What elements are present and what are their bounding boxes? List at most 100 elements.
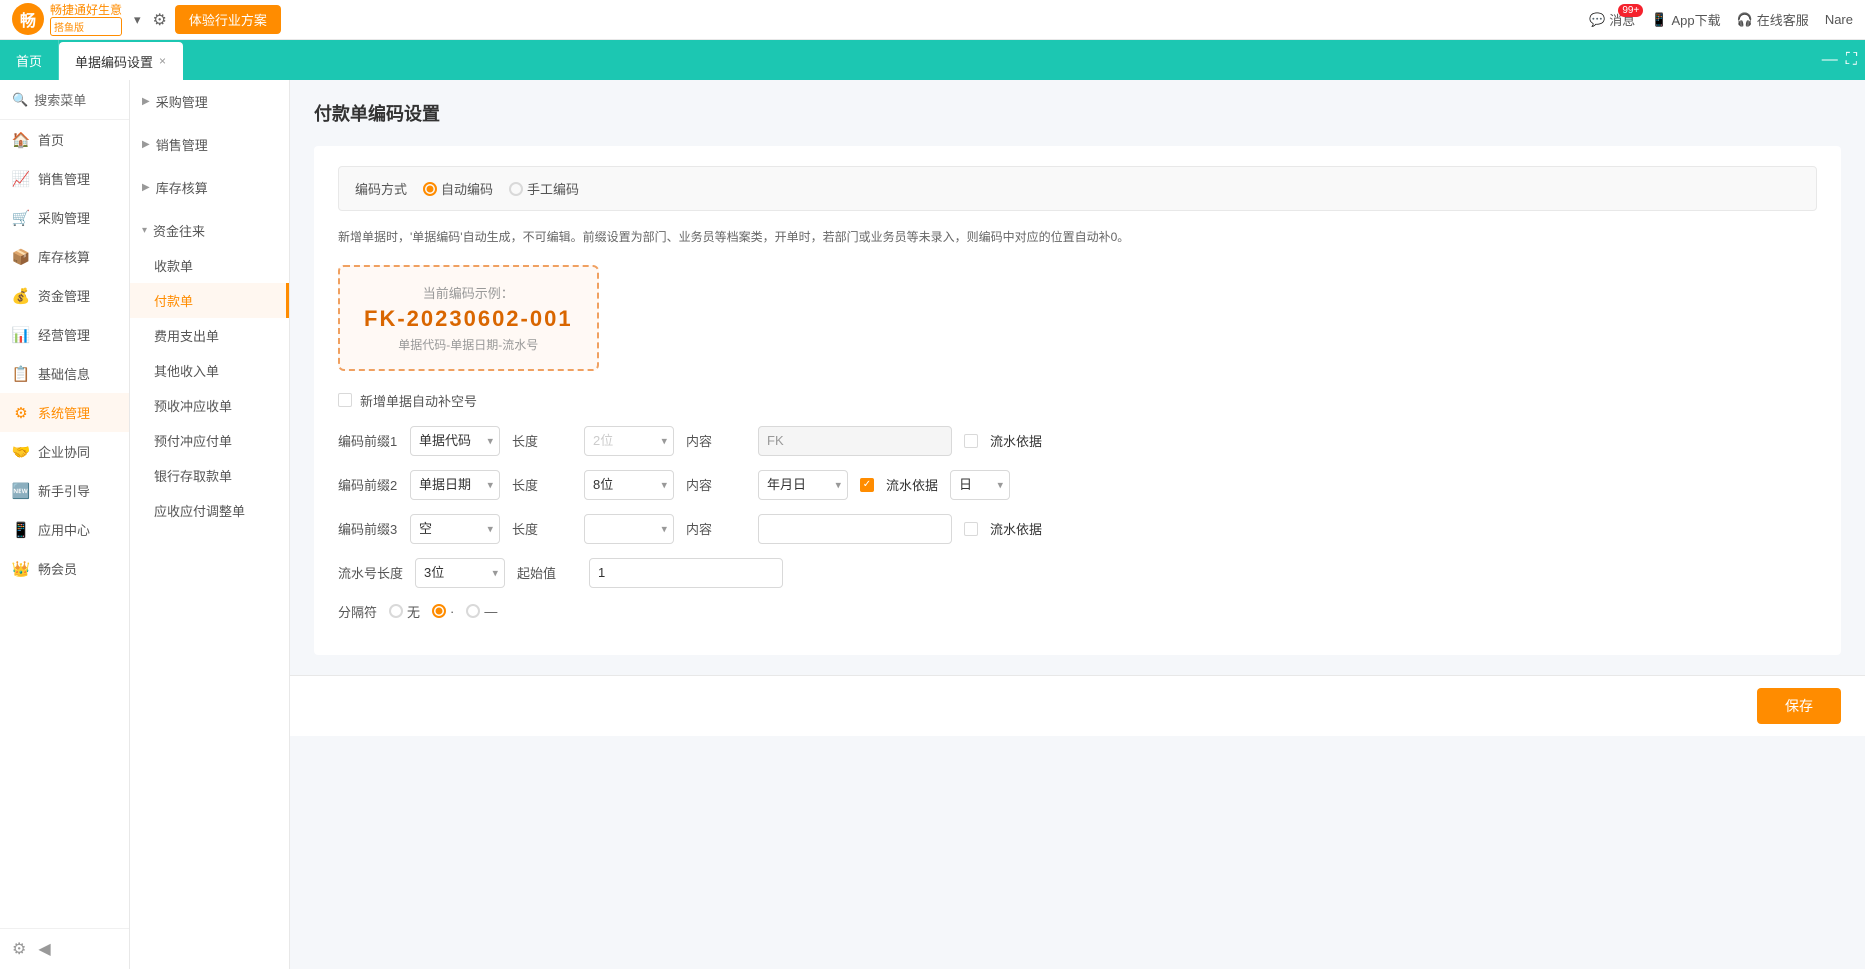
message-badge: 99+ <box>1618 4 1643 17</box>
sidebar-item-operation[interactable]: 📊 经营管理 <box>0 315 129 354</box>
tab-home[interactable]: 首页 <box>0 40 59 80</box>
tabbar: 首页 单据编码设置 × — ⛶ <box>0 40 1865 80</box>
nav-dropdown-btn[interactable]: ▾ <box>130 8 145 32</box>
stock-icon: 📦 <box>12 248 30 266</box>
arrow-right-icon3: ▶ <box>142 182 150 193</box>
submenu-item-receipt[interactable]: 收款单 <box>130 248 289 283</box>
sidebar-item-home[interactable]: 🏠 首页 <box>0 120 129 159</box>
info-text: 新增单据时，'单据编码'自动生成，不可编辑。前缀设置为部门、业务员等档案类，开单… <box>338 227 1817 249</box>
content2-select[interactable]: 年月日 <box>758 470 848 500</box>
code-preview-sub: 单据代码-单据日期-流水号 <box>364 336 573 353</box>
prefix2-label: 编码前缀2 <box>338 475 398 494</box>
sidebar-item-purchase[interactable]: 🛒 采购管理 <box>0 198 129 237</box>
serial1-label: 流水依据 <box>990 431 1042 450</box>
submenu-item-payment[interactable]: 付款单 <box>130 283 289 318</box>
submenu-group-purchase: ▶ 采购管理 <box>130 80 289 123</box>
sidebar-settings-btn[interactable]: ⚙ <box>12 939 26 959</box>
sep-dash-radio[interactable]: — <box>466 604 497 619</box>
submenu-item-other-income[interactable]: 其他收入单 <box>130 353 289 388</box>
sidebar-collapse-btn[interactable]: ◀ <box>38 939 50 959</box>
online-service-btn[interactable]: 🎧 在线客服 <box>1737 10 1809 29</box>
trial-btn[interactable]: 体验行业方案 <box>175 5 281 34</box>
sidebar-item-stock[interactable]: 📦 库存核算 <box>0 237 129 276</box>
sidebar-item-app[interactable]: 📱 应用中心 <box>0 510 129 549</box>
prefix-row-2: 编码前缀2 单据日期 长度 8位 内容 <box>338 470 1817 500</box>
encode-method-row: 编码方式 自动编码 手工编码 <box>338 166 1817 211</box>
submenu-item-bank[interactable]: 银行存取款单 <box>130 458 289 493</box>
radio-group: 自动编码 手工编码 <box>423 179 579 198</box>
auto-encode-dot <box>423 182 437 196</box>
sep-dot-dot <box>432 604 446 618</box>
sidebar-item-coop[interactable]: 🤝 企业协同 <box>0 432 129 471</box>
encode-method-label: 编码方式 <box>355 179 407 198</box>
basic-icon: 📋 <box>12 365 30 383</box>
sep-dash-dot <box>466 604 480 618</box>
length2-select[interactable]: 8位 <box>584 470 674 500</box>
sidebar-item-basic[interactable]: 📋 基础信息 <box>0 354 129 393</box>
sidebar-item-guide[interactable]: 🆕 新手引导 <box>0 471 129 510</box>
submenu-item-pre-payment[interactable]: 预付冲应付单 <box>130 423 289 458</box>
serial3-checkbox[interactable] <box>964 522 978 536</box>
logo-icon: 畅 <box>12 3 44 35</box>
serial-length-select[interactable]: 3位 <box>415 558 505 588</box>
settings-btn[interactable]: ⚙ <box>153 10 167 30</box>
submenu-header-sales[interactable]: ▶ 销售管理 <box>130 127 289 162</box>
coop-icon: 🤝 <box>12 443 30 461</box>
manual-encode-dot <box>509 182 523 196</box>
topbar-right: 💬 消息 99+ 📱 App下载 🎧 在线客服 Nare <box>1589 10 1853 29</box>
sidebar-bottom: ⚙ ◀ <box>0 928 129 969</box>
main-content: 付款单编码设置 编码方式 自动编码 手工编码 <box>290 80 1865 969</box>
start-value-input[interactable] <box>589 558 783 588</box>
sep-none-radio[interactable]: 无 <box>389 602 420 621</box>
logo: 畅 畅捷通好生意 搭鱼版 <box>12 3 122 36</box>
autofill-checkbox[interactable] <box>338 393 352 407</box>
sep-dot-radio[interactable]: · <box>432 604 454 619</box>
operation-icon: 📊 <box>12 326 30 344</box>
length2-select-wrap: 8位 <box>584 470 674 500</box>
system-icon: ⚙ <box>12 404 30 422</box>
content3-input[interactable] <box>758 514 952 544</box>
submenu-item-adjustment[interactable]: 应收应付调整单 <box>130 493 289 528</box>
sub-menu: ▶ 采购管理 ▶ 销售管理 ▶ 库存核算 ▾ 资金往来 <box>130 80 290 969</box>
arrow-right-icon: ▶ <box>142 96 150 107</box>
start-value-label: 起始值 <box>517 563 577 582</box>
length1-select[interactable]: 2位 <box>584 426 674 456</box>
sidebar-item-sales[interactable]: 📈 销售管理 <box>0 159 129 198</box>
submenu-header-purchase[interactable]: ▶ 采购管理 <box>130 84 289 119</box>
app-download-btn[interactable]: 📱 App下载 <box>1651 10 1720 29</box>
save-button[interactable]: 保存 <box>1757 688 1841 724</box>
autofill-row: 新增单据自动补空号 <box>338 391 1817 410</box>
search-icon: 🔍 <box>12 92 28 108</box>
sidebar-item-finance[interactable]: 💰 资金管理 <box>0 276 129 315</box>
minimize-btn[interactable]: — <box>1822 51 1838 69</box>
content2-select-wrap: 年月日 <box>758 470 848 500</box>
sidebar-item-member[interactable]: 👑 畅会员 <box>0 549 129 588</box>
submenu-header-finance[interactable]: ▾ 资金往来 <box>130 213 289 248</box>
period-select[interactable]: 日 <box>950 470 1010 500</box>
prefix3-select[interactable]: 空 <box>410 514 500 544</box>
prefix1-select[interactable]: 单据代码 <box>410 426 500 456</box>
serial-length-select-wrap: 3位 <box>415 558 505 588</box>
content1-input[interactable] <box>758 426 952 456</box>
message-btn[interactable]: 💬 消息 99+ <box>1589 10 1635 29</box>
manual-encode-radio[interactable]: 手工编码 <box>509 179 579 198</box>
length3-select[interactable] <box>584 514 674 544</box>
search-menu[interactable]: 🔍 搜索菜单 <box>0 80 129 120</box>
submenu-group-finance: ▾ 资金往来 收款单 付款单 费用支出单 其他收入单 预收冲应收单 预付冲应付单… <box>130 209 289 532</box>
serial2-checkbox[interactable] <box>860 478 874 492</box>
tab-close-icon[interactable]: × <box>159 54 166 68</box>
maximize-btn[interactable]: ⛶ <box>1846 51 1857 69</box>
settings-card: 编码方式 自动编码 手工编码 <box>314 146 1841 655</box>
length1-label: 长度 <box>512 431 572 450</box>
submenu-item-expense[interactable]: 费用支出单 <box>130 318 289 353</box>
user-info[interactable]: Nare <box>1825 12 1853 27</box>
tab-encode-settings[interactable]: 单据编码设置 × <box>59 42 183 80</box>
auto-encode-radio[interactable]: 自动编码 <box>423 179 493 198</box>
prefix2-select[interactable]: 单据日期 <box>410 470 500 500</box>
submenu-group-stock: ▶ 库存核算 <box>130 166 289 209</box>
sidebar-item-system[interactable]: ⚙ 系统管理 <box>0 393 129 432</box>
purchase-icon: 🛒 <box>12 209 30 227</box>
serial1-checkbox[interactable] <box>964 434 978 448</box>
submenu-item-pre-receipt[interactable]: 预收冲应收单 <box>130 388 289 423</box>
submenu-header-stock[interactable]: ▶ 库存核算 <box>130 170 289 205</box>
